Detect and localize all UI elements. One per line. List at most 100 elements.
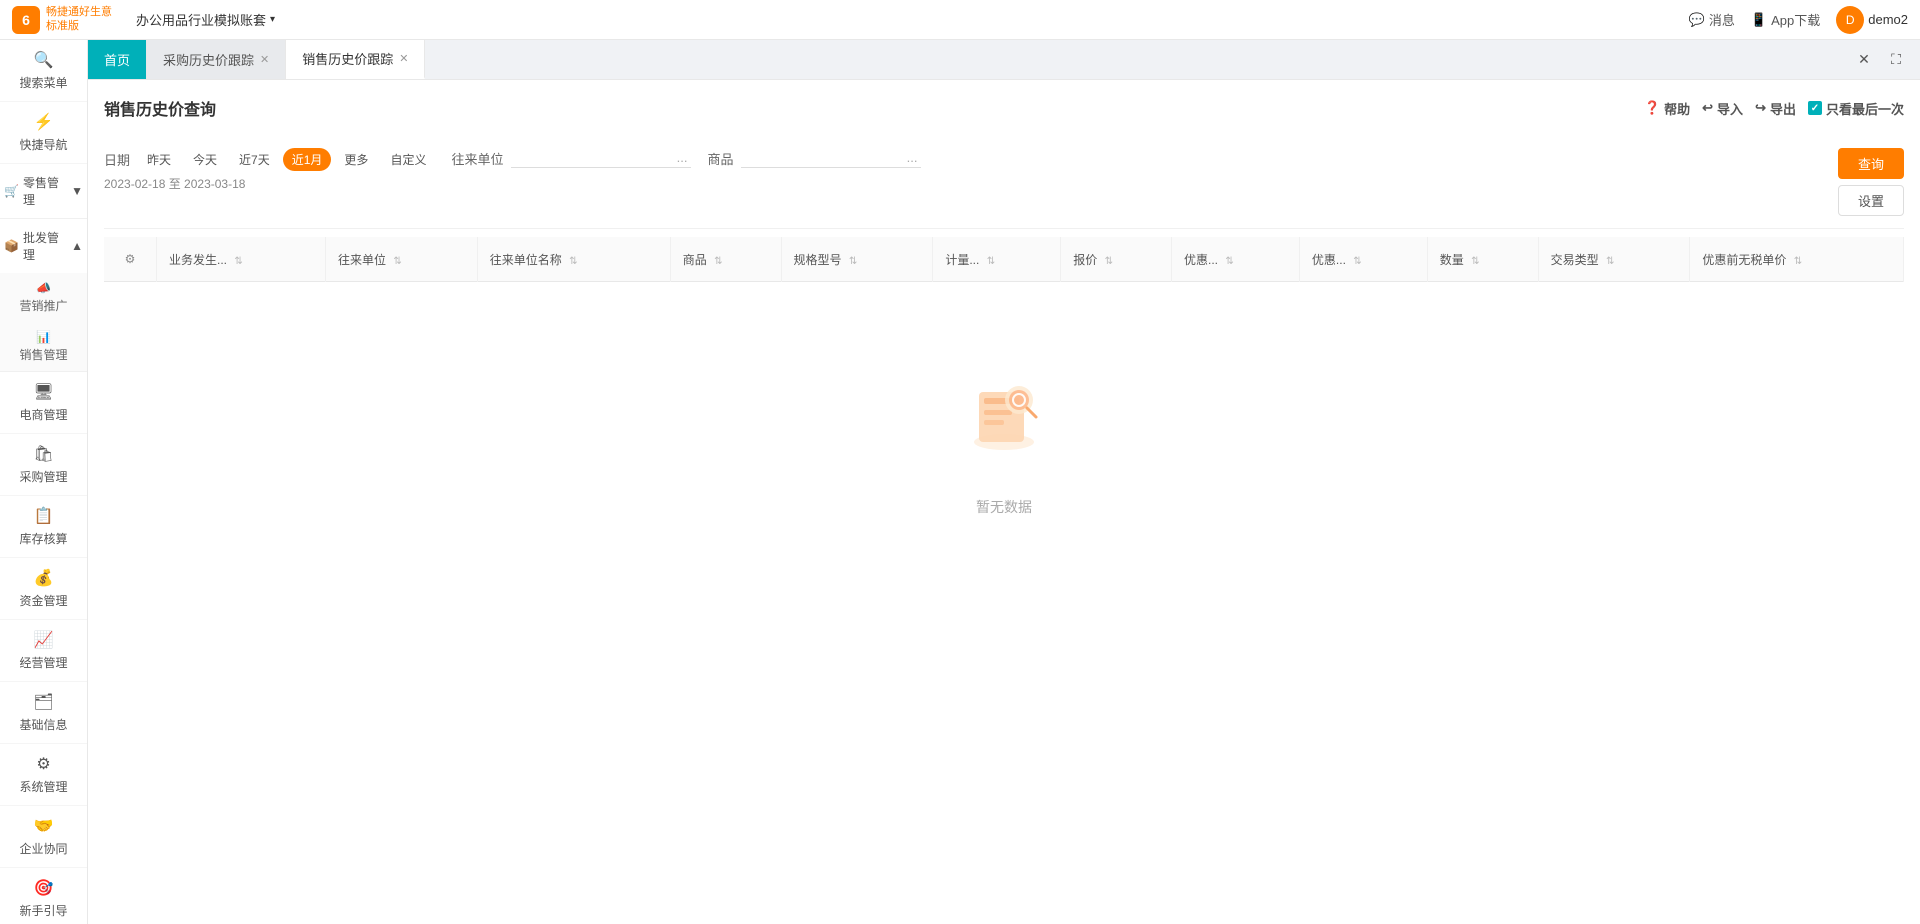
chevron-down-icon: ▾ <box>270 14 275 25</box>
table-col-biz-date[interactable]: 业务发生... ⇅ <box>157 237 326 282</box>
sidebar-group-retail: 🛒 零售管理 ▼ <box>0 164 87 219</box>
table-col-discount1[interactable]: 优惠... ⇅ <box>1172 237 1300 282</box>
export-button[interactable]: ↪ 导出 <box>1755 99 1796 118</box>
chevron-down-icon: ▼ <box>71 184 83 198</box>
help-button[interactable]: ❓ 帮助 <box>1644 99 1690 118</box>
table-col-price[interactable]: 报价 ⇅ <box>1061 237 1172 282</box>
empty-state: 暂无数据 <box>104 282 1904 597</box>
sort-arrows-partner-name: ⇅ <box>569 256 577 267</box>
sort-arrows-unit: ⇅ <box>987 256 995 267</box>
page-inner: 销售历史价查询 ❓ 帮助 ↩ 导入 ↪ 导出 <box>88 80 1920 613</box>
sidebar-item-purchase[interactable]: 🛍 采购管理 <box>0 434 87 496</box>
download-icon: 📱 <box>1751 12 1767 28</box>
sidebar-item-inventory[interactable]: 📋 库存核算 <box>0 496 87 558</box>
retail-icon: 🛒 <box>4 184 19 198</box>
sort-arrows-quantity: ⇅ <box>1471 256 1479 267</box>
date-btn-today[interactable]: 今天 <box>184 148 226 171</box>
sidebar-item-newbie[interactable]: 🎯 新手引导 <box>0 868 87 924</box>
sidebar-item-operations[interactable]: 📈 经营管理 <box>0 620 87 682</box>
table-col-product[interactable]: 商品 ⇅ <box>670 237 781 282</box>
empty-illustration <box>954 362 1054 481</box>
sidebar-item-finance[interactable]: 💰 资金管理 <box>0 558 87 620</box>
newbie-icon: 🎯 <box>34 878 54 898</box>
tab-home[interactable]: 首页 <box>88 40 147 79</box>
purchase-icon: 🛍 <box>33 444 53 464</box>
main-container: 🔍 搜索菜单 ⚡ 快捷导航 🛒 零售管理 ▼ 📦 批发管理 ▲ 📣 营销 <box>0 40 1920 924</box>
partner-input[interactable]: ... <box>511 148 691 168</box>
table-col-partner-name[interactable]: 往来单位名称 ⇅ <box>477 237 670 282</box>
finance-icon: 💰 <box>34 568 54 588</box>
sort-arrows-pretax-price: ⇅ <box>1794 256 1802 267</box>
sidebar-item-marketing[interactable]: 📣 营销推广 <box>0 273 87 322</box>
product-filter-group: 商品 ... <box>707 148 921 168</box>
tab-bar-actions: ✕ ⛶ <box>1852 48 1920 72</box>
sort-arrows-partner-code: ⇅ <box>393 256 401 267</box>
sidebar-item-retail[interactable]: 🛒 零售管理 ▼ <box>0 164 87 218</box>
sort-arrows-discount2: ⇅ <box>1353 256 1361 267</box>
tab-sales-history[interactable]: 销售历史价跟踪 ✕ <box>286 40 425 79</box>
app-selector[interactable]: 办公用品行业模拟账套 ▾ <box>136 10 275 29</box>
date-btn-last7days[interactable]: 近7天 <box>230 148 279 171</box>
sidebar-group-wholesale: 📦 批发管理 ▲ 📣 营销推广 📊 销售管理 <box>0 219 87 372</box>
only-last-checkbox-group[interactable]: ✓ 只看最后一次 <box>1808 99 1904 118</box>
table-col-unit[interactable]: 计量... ⇅ <box>933 237 1061 282</box>
tab-close-sales[interactable]: ✕ <box>399 52 408 65</box>
marketing-icon: 📣 <box>36 281 51 295</box>
gear-button[interactable]: ⚙ <box>116 245 144 273</box>
sort-arrows-price: ⇅ <box>1105 256 1113 267</box>
product-input[interactable]: ... <box>741 148 921 168</box>
tab-purchase-history[interactable]: 采购历史价跟踪 ✕ <box>147 40 286 79</box>
sidebar-item-sales[interactable]: 📊 销售管理 <box>0 322 87 371</box>
content-area: 首页 采购历史价跟踪 ✕ 销售历史价跟踪 ✕ ✕ ⛶ 销售历史价查询 <box>88 40 1920 924</box>
top-bar: 6 畅捷通好生意 标准版 办公用品行业模拟账套 ▾ 💬 消息 📱 App下载 D… <box>0 0 1920 40</box>
table-header: ⚙ 业务发生... ⇅ 往来单位 ⇅ <box>104 237 1904 282</box>
help-icon: ❓ <box>1644 100 1660 116</box>
date-btn-more[interactable]: 更多 <box>335 148 377 171</box>
table-container: ⚙ 业务发生... ⇅ 往来单位 ⇅ <box>104 237 1904 597</box>
sidebar-item-ecommerce[interactable]: 🖥 电商管理 <box>0 372 87 434</box>
partner-filter-label: 往来单位 <box>451 149 503 168</box>
logo-icon: 6 <box>12 6 40 34</box>
data-table: ⚙ 业务发生... ⇅ 往来单位 ⇅ <box>104 237 1904 282</box>
sort-arrows-discount1: ⇅ <box>1225 256 1233 267</box>
quick-nav-icon: ⚡ <box>34 112 54 132</box>
ecommerce-icon: 🖥 <box>33 382 53 402</box>
user-profile[interactable]: D demo2 <box>1836 6 1908 34</box>
page-title: 销售历史价查询 <box>104 96 216 120</box>
sort-arrows-product: ⇅ <box>714 256 722 267</box>
sidebar-item-wholesale[interactable]: 📦 批发管理 ▲ <box>0 219 87 273</box>
settings-button[interactable]: 设置 <box>1838 185 1904 216</box>
date-btn-custom[interactable]: 自定义 <box>381 148 435 171</box>
inventory-icon: 📋 <box>34 506 54 526</box>
sidebar-item-basics[interactable]: 🗂 基础信息 <box>0 682 87 744</box>
date-filter-group: 日期 昨天 今天 近7天 近1月 更多 自定义 2023-02-18 至 202… <box>104 148 435 192</box>
import-icon: ↩ <box>1702 100 1713 116</box>
date-btn-yesterday[interactable]: 昨天 <box>138 148 180 171</box>
import-button[interactable]: ↩ 导入 <box>1702 99 1743 118</box>
table-col-trade-type[interactable]: 交易类型 ⇅ <box>1538 237 1690 282</box>
table-col-spec[interactable]: 规格型号 ⇅ <box>781 237 933 282</box>
date-range-display: 2023-02-18 至 2023-03-18 <box>104 175 435 192</box>
sales-icon: 📊 <box>36 330 51 344</box>
sidebar-item-system[interactable]: ⚙ 系统管理 <box>0 744 87 806</box>
only-last-checkbox[interactable]: ✓ <box>1808 101 1822 115</box>
tab-maximize-button[interactable]: ⛶ <box>1884 48 1908 72</box>
empty-text: 暂无数据 <box>976 497 1032 517</box>
table-col-pretax-price[interactable]: 优惠前无税单价 ⇅ <box>1690 237 1904 282</box>
avatar: D <box>1836 6 1864 34</box>
tab-close-all-button[interactable]: ✕ <box>1852 48 1876 72</box>
message-button[interactable]: 💬 消息 <box>1689 10 1735 29</box>
sidebar-item-quick-nav[interactable]: ⚡ 快捷导航 <box>0 102 87 164</box>
date-btn-last1month[interactable]: 近1月 <box>283 148 332 171</box>
table-col-quantity[interactable]: 数量 ⇅ <box>1427 237 1538 282</box>
tab-close-purchase[interactable]: ✕ <box>260 53 269 66</box>
query-button[interactable]: 查询 <box>1838 148 1904 179</box>
operations-icon: 📈 <box>34 630 54 650</box>
table-col-discount2[interactable]: 优惠... ⇅ <box>1299 237 1427 282</box>
export-icon: ↪ <box>1755 100 1766 116</box>
product-input-dots: ... <box>907 150 918 165</box>
table-col-partner-code[interactable]: 往来单位 ⇅ <box>325 237 477 282</box>
sidebar-item-search[interactable]: 🔍 搜索菜单 <box>0 40 87 102</box>
app-download-button[interactable]: 📱 App下载 <box>1751 10 1820 29</box>
sidebar-item-enterprise[interactable]: 🤝 企业协同 <box>0 806 87 868</box>
